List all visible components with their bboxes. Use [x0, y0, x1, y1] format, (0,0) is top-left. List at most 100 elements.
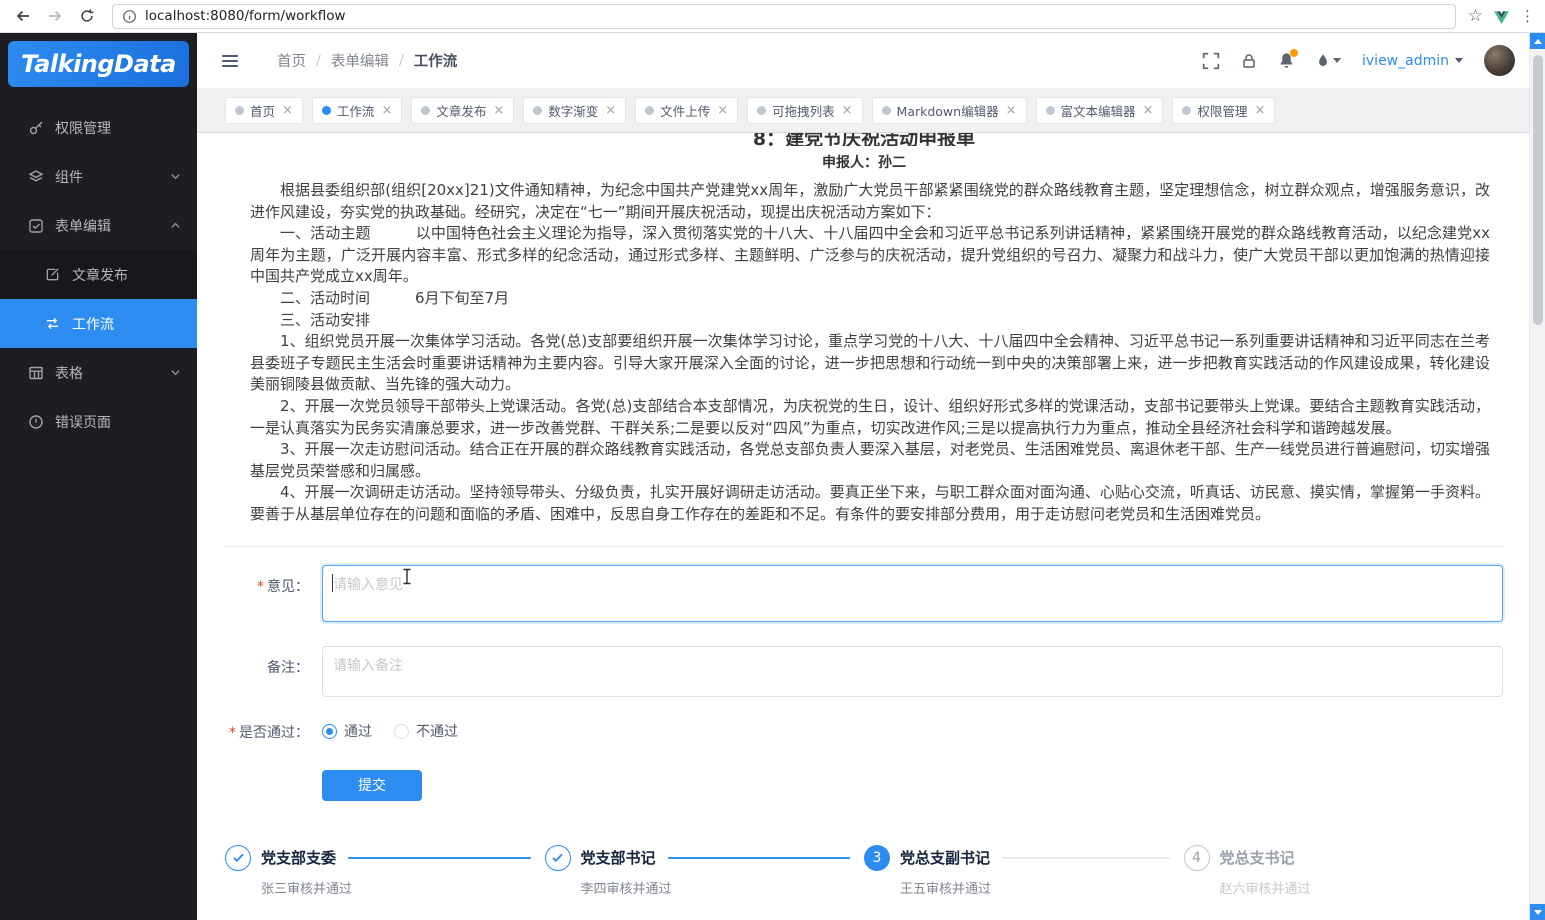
avatar[interactable] [1484, 45, 1515, 76]
lock-icon [1243, 53, 1255, 68]
tab-workflow[interactable]: 工作流 × [311, 96, 403, 124]
sidebar-menu: 权限管理 组件 表单编辑 文章发布 工作流 表格 错误页面 [0, 103, 197, 446]
tab-close-icon[interactable]: × [381, 104, 392, 117]
page-info-icon[interactable] [122, 9, 137, 24]
pass-radio-group: 通过 不通过 [322, 721, 458, 742]
tab-dot [421, 105, 431, 115]
step-description: 赵六审核并通过 [1219, 881, 1311, 897]
bookmark-star-icon[interactable]: ☆ [1468, 6, 1483, 26]
submit-button[interactable]: 提交 [322, 769, 422, 801]
page-scrollbar[interactable] [1529, 33, 1545, 920]
tab-close-icon[interactable]: × [842, 104, 853, 117]
arrow-up-icon [1534, 38, 1542, 44]
step-description: 张三审核并通过 [261, 881, 353, 897]
radio-fail[interactable]: 不通过 [394, 721, 458, 741]
tab-close-icon[interactable]: × [605, 104, 616, 117]
ink-drop-icon [1319, 54, 1327, 67]
user-menu[interactable]: iview_admin [1362, 53, 1463, 69]
tab-label: Markdown编辑器 [896, 103, 999, 119]
opinion-textarea[interactable] [322, 564, 1503, 622]
tab-permission[interactable]: 权限管理 × [1172, 96, 1276, 124]
theme-switch-button[interactable] [1316, 53, 1341, 68]
address-bar[interactable]: localhost:8080/form/workflow [112, 3, 1456, 29]
step-title: 党支部支委 [261, 849, 337, 867]
text-caret [332, 573, 333, 592]
tab-close-icon[interactable]: × [1254, 104, 1265, 117]
vue-devtools-icon[interactable] [1493, 8, 1510, 25]
chevron-down-icon [170, 367, 181, 378]
scrollbar-thumb[interactable] [1533, 55, 1543, 325]
sidebar-item-permission[interactable]: 权限管理 [0, 103, 197, 152]
tab-dot [1045, 105, 1055, 115]
browser-menu-icon[interactable]: ⋮ [1520, 7, 1535, 25]
notifications-button[interactable] [1278, 49, 1298, 69]
tab-close-icon[interactable]: × [282, 104, 293, 117]
sidebar-item-workflow[interactable]: 工作流 [0, 299, 197, 348]
paragraph: 3、开展一次走访慰问活动。结合正在开展的群众路线教育实践活动，各党总支部负责人要… [250, 440, 1490, 480]
sidebar-item-article-publish[interactable]: 文章发布 [0, 250, 197, 299]
tab-dot [1182, 105, 1192, 115]
tab-close-icon[interactable]: × [717, 104, 728, 117]
sidebar-item-label: 表单编辑 [55, 218, 111, 235]
document-title: 8：建党节庆祝活动申报单 [752, 133, 976, 146]
browser-forward-button[interactable] [42, 3, 68, 29]
sidebar-item-error-page[interactable]: 错误页面 [0, 397, 197, 446]
radio-circle [322, 723, 337, 739]
logo-text: TalkingData [21, 50, 176, 78]
app-logo[interactable]: TalkingData [8, 41, 189, 87]
sidebar-item-label: 组件 [55, 169, 83, 186]
browser-refresh-button[interactable] [74, 3, 100, 29]
step-description: 王五审核并通过 [900, 881, 992, 897]
step-general-secretary: 4 党总支书记 赵六审核并通过 [1183, 844, 1504, 897]
tab-label: 工作流 [336, 103, 375, 119]
hamburger-icon [222, 54, 238, 67]
collapse-menu-button[interactable] [217, 48, 243, 74]
applicant-line: 申报人：孙二 [822, 155, 906, 171]
key-icon [28, 120, 44, 136]
radio-label: 不通过 [416, 724, 458, 740]
tab-label: 可拖拽列表 [772, 103, 835, 119]
tab-dot [881, 105, 891, 115]
sidebar-item-table[interactable]: 表格 [0, 348, 197, 397]
tab-file-upload[interactable]: 文件上传 × [635, 96, 739, 124]
tab-home[interactable]: 首页 × [225, 96, 303, 124]
paragraph: 2、开展一次党员领导干部带头上党课活动。各党(总)支部结合本支部情况，为庆祝党的… [250, 396, 1490, 437]
tab-dot [645, 105, 655, 115]
chevron-down-icon [1455, 58, 1463, 63]
step-check-circle [544, 844, 571, 871]
remark-textarea[interactable] [322, 645, 1503, 697]
scroll-down-button[interactable] [1530, 904, 1545, 920]
chevron-down-icon [1333, 58, 1341, 63]
section-divider [225, 545, 1503, 547]
tab-close-icon[interactable]: × [1006, 104, 1017, 117]
workflow-icon [45, 316, 61, 332]
sidebar-item-components[interactable]: 组件 [0, 152, 197, 201]
tab-label: 首页 [250, 103, 276, 119]
tab-draggable-list[interactable]: 可拖拽列表 × [747, 96, 863, 124]
tab-markdown-editor[interactable]: Markdown编辑器 × [871, 96, 1027, 124]
document-body: 根据县委组织部(组织[20xx]21)文件通知精神，为纪念中国共产党建党xx周年… [225, 180, 1503, 526]
sidebar-item-form-edit[interactable]: 表单编辑 [0, 201, 197, 250]
radio-pass[interactable]: 通过 [322, 721, 372, 741]
breadcrumb-form-edit[interactable]: 表单编辑 [331, 50, 389, 71]
check-icon [232, 853, 244, 863]
tab-article-publish[interactable]: 文章发布 × [411, 96, 515, 124]
refresh-icon [81, 9, 94, 22]
tab-close-icon[interactable]: × [1143, 104, 1154, 117]
step-deputy-secretary: 3 党总支副书记 王五审核并通过 [864, 844, 1184, 897]
lock-screen-button[interactable] [1241, 53, 1257, 69]
browser-back-button[interactable] [10, 3, 36, 29]
sidebar-item-label: 权限管理 [55, 120, 111, 137]
breadcrumb-home[interactable]: 首页 [277, 50, 306, 71]
browser-chrome: localhost:8080/form/workflow ☆ ⋮ [0, 0, 1545, 33]
back-arrow-icon [16, 10, 29, 22]
fullscreen-button[interactable] [1202, 52, 1220, 70]
tab-close-icon[interactable]: × [493, 104, 504, 117]
chevron-up-icon [170, 220, 181, 231]
tab-number-gradient[interactable]: 数字渐变 × [523, 96, 627, 124]
tab-rich-text-editor[interactable]: 富文本编辑器 × [1035, 96, 1164, 124]
check-icon [552, 853, 563, 863]
scroll-up-button[interactable] [1530, 33, 1545, 49]
sidebar-item-label: 工作流 [72, 316, 114, 333]
step-number-circle: 4 [1183, 844, 1210, 871]
